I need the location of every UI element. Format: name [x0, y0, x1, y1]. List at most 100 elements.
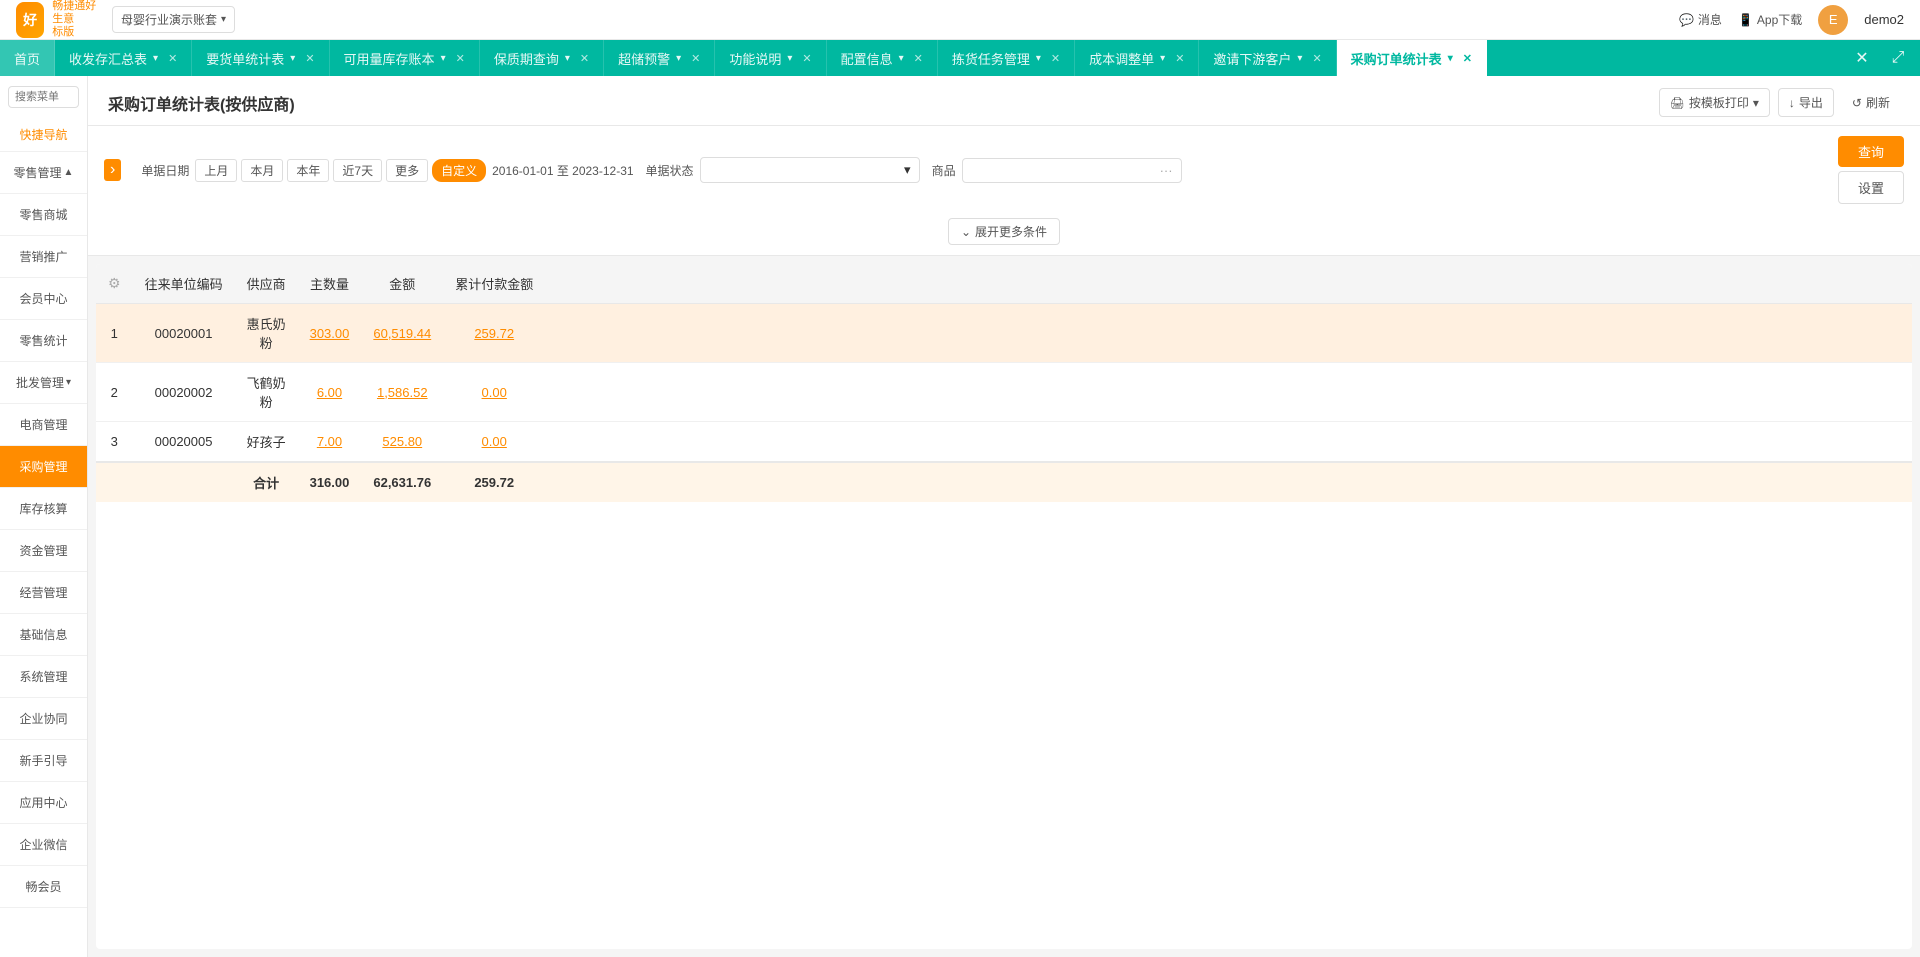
- chevron-down-icon: ▾: [1036, 53, 1041, 64]
- date-chip-7days[interactable]: 近7天: [333, 159, 382, 182]
- ellipsis-icon[interactable]: ···: [1160, 163, 1173, 178]
- sidebar-item-系统管理[interactable]: 系统管理: [0, 656, 87, 698]
- row-amount[interactable]: 1,586.52: [361, 363, 443, 422]
- date-chip-custom[interactable]: 自定义: [432, 159, 486, 182]
- expand-more-button[interactable]: ⌄ 展开更多条件: [948, 218, 1060, 245]
- sidebar-item-采购管理[interactable]: 采购管理: [0, 446, 87, 488]
- query-button[interactable]: 查询: [1838, 136, 1904, 167]
- footer-amount: 62,631.76: [361, 462, 443, 502]
- col-累计付款金额: 累计付款金额: [443, 264, 545, 304]
- tab-home[interactable]: 首页: [0, 40, 55, 76]
- sidebar-item-应用中心[interactable]: 应用中心: [0, 782, 87, 824]
- footer-quantity: 316.00: [298, 462, 362, 502]
- logo-area: 好 畅捷通好生意 标版: [16, 0, 104, 39]
- row-supplier: 好孩子: [235, 422, 298, 463]
- tab-拣货任务管理[interactable]: 拣货任务管理 ▾ ✕: [938, 40, 1075, 76]
- sidebar-item-营销推广[interactable]: 营销推广: [0, 236, 87, 278]
- chevron-down-icon: ▾: [66, 377, 71, 388]
- app-download-button[interactable]: 📱 App下载: [1738, 11, 1802, 28]
- tab-可用量库存账本[interactable]: 可用量库存账本 ▾ ✕: [330, 40, 480, 76]
- tab-配置信息[interactable]: 配置信息 ▾ ✕: [827, 40, 938, 76]
- tab-成本调整单[interactable]: 成本调整单 ▾ ✕: [1075, 40, 1199, 76]
- row-amount[interactable]: 525.80: [361, 422, 443, 463]
- sidebar-item-畅会员[interactable]: 畅会员: [0, 866, 87, 908]
- refresh-button[interactable]: ↺ 刷新: [1842, 89, 1900, 116]
- collapse-icon[interactable]: ›: [104, 159, 121, 181]
- tab-功能说明[interactable]: 功能说明 ▾ ✕: [715, 40, 826, 76]
- export-button[interactable]: ↓ 导出: [1778, 88, 1834, 117]
- row-quantity[interactable]: 7.00: [298, 422, 362, 463]
- search-input[interactable]: [8, 86, 79, 108]
- date-chip-this-month[interactable]: 本月: [241, 159, 283, 182]
- row-code: 00020001: [133, 304, 235, 363]
- close-icon[interactable]: ✕: [1312, 52, 1321, 65]
- date-chip-last-month[interactable]: 上月: [195, 159, 237, 182]
- footer-label: 合计: [235, 462, 298, 502]
- avatar[interactable]: E: [1818, 5, 1848, 35]
- sidebar-item-零售统计[interactable]: 零售统计: [0, 320, 87, 362]
- gear-icon[interactable]: ⚙: [108, 275, 121, 291]
- sidebar-item-企业协同[interactable]: 企业协同: [0, 698, 87, 740]
- tab-超储预警[interactable]: 超储预警 ▾ ✕: [604, 40, 715, 76]
- close-tab-button[interactable]: ✕: [1848, 44, 1876, 72]
- chevron-down-icon: ▾: [904, 162, 911, 178]
- row-paid[interactable]: 0.00: [443, 422, 545, 463]
- row-quantity[interactable]: 6.00: [298, 363, 362, 422]
- sidebar-item-库存核算[interactable]: 库存核算: [0, 488, 87, 530]
- close-icon[interactable]: ✕: [168, 52, 177, 65]
- table-row: 3 00020005 好孩子 7.00 525.80 0.00: [96, 422, 1912, 463]
- maximize-button[interactable]: ⤢: [1884, 44, 1912, 72]
- sidebar-item-电商管理[interactable]: 电商管理: [0, 404, 87, 446]
- sidebar-item-零售管理[interactable]: 零售管理 ▲: [0, 152, 87, 194]
- filter-area: › 单据日期 上月 本月 本年 近7天 更多 自定义 2016-01-01 至 …: [88, 126, 1920, 256]
- sidebar-item-批发管理[interactable]: 批发管理 ▾: [0, 362, 87, 404]
- tab-收发存汇总表[interactable]: 收发存汇总表 ▾ ✕: [55, 40, 192, 76]
- goods-input[interactable]: [971, 163, 1156, 177]
- sidebar-item-基础信息[interactable]: 基础信息: [0, 614, 87, 656]
- chevron-down-icon: ▾: [1160, 53, 1165, 64]
- sidebar-item-零售商城[interactable]: 零售商城: [0, 194, 87, 236]
- sidebar-item-快捷导航[interactable]: 快捷导航: [0, 118, 87, 152]
- sidebar-item-新手引导[interactable]: 新手引导: [0, 740, 87, 782]
- close-icon[interactable]: ✕: [1175, 52, 1184, 65]
- tab-要货单统计表[interactable]: 要货单统计表 ▾ ✕: [192, 40, 329, 76]
- row-index: 3: [96, 422, 133, 463]
- tab-邀请下游客户[interactable]: 邀请下游客户 ▾ ✕: [1199, 40, 1336, 76]
- close-icon[interactable]: ✕: [1051, 52, 1060, 65]
- close-icon[interactable]: ✕: [456, 52, 465, 65]
- page-title: 采购订单统计表(按供应商): [108, 91, 295, 115]
- sidebar-item-会员中心[interactable]: 会员中心: [0, 278, 87, 320]
- message-button[interactable]: 💬 消息: [1679, 11, 1722, 28]
- tab-保质期查询[interactable]: 保质期查询 ▾ ✕: [480, 40, 604, 76]
- template-print-button[interactable]: 🖨 按模板打印 ▾: [1659, 88, 1770, 117]
- close-icon[interactable]: ✕: [802, 52, 811, 65]
- row-paid[interactable]: 259.72: [443, 304, 545, 363]
- sidebar-item-资金管理[interactable]: 资金管理: [0, 530, 87, 572]
- workspace-selector[interactable]: 母婴行业演示账套 ▾: [112, 6, 235, 33]
- filter-collapse-btn[interactable]: ›: [104, 159, 121, 181]
- chevron-down-icon: ⌄: [961, 225, 971, 239]
- footer-paid: 259.72: [443, 462, 545, 502]
- date-label: 单据日期: [141, 162, 189, 179]
- close-icon[interactable]: ✕: [914, 52, 923, 65]
- chevron-down-icon: ▾: [1448, 53, 1453, 64]
- sidebar-item-经营管理[interactable]: 经营管理: [0, 572, 87, 614]
- date-range-display: 2016-01-01 至 2023-12-31: [492, 162, 633, 179]
- main-layout: 快捷导航 零售管理 ▲ 零售商城 营销推广 会员中心 零售统计 批发管理 ▾ 电…: [0, 76, 1920, 957]
- row-quantity[interactable]: 303.00: [298, 304, 362, 363]
- settings-button[interactable]: 设置: [1838, 171, 1904, 204]
- chevron-down-icon: ▾: [1297, 53, 1302, 64]
- chevron-down-icon: ▾: [290, 53, 295, 64]
- table-row: 2 00020002 飞鹤奶粉 6.00 1,586.52 0.00: [96, 363, 1912, 422]
- date-chip-more[interactable]: 更多: [386, 159, 428, 182]
- close-icon[interactable]: ✕: [1463, 52, 1472, 65]
- close-icon[interactable]: ✕: [580, 52, 589, 65]
- tab-采购订单统计表[interactable]: 采购订单统计表 ▾ ✕: [1337, 40, 1487, 76]
- status-select[interactable]: ▾: [700, 157, 920, 183]
- close-icon[interactable]: ✕: [305, 52, 314, 65]
- sidebar-item-企业微信[interactable]: 企业微信: [0, 824, 87, 866]
- row-paid[interactable]: 0.00: [443, 363, 545, 422]
- row-amount[interactable]: 60,519.44: [361, 304, 443, 363]
- close-icon[interactable]: ✕: [691, 52, 700, 65]
- date-chip-this-year[interactable]: 本年: [287, 159, 329, 182]
